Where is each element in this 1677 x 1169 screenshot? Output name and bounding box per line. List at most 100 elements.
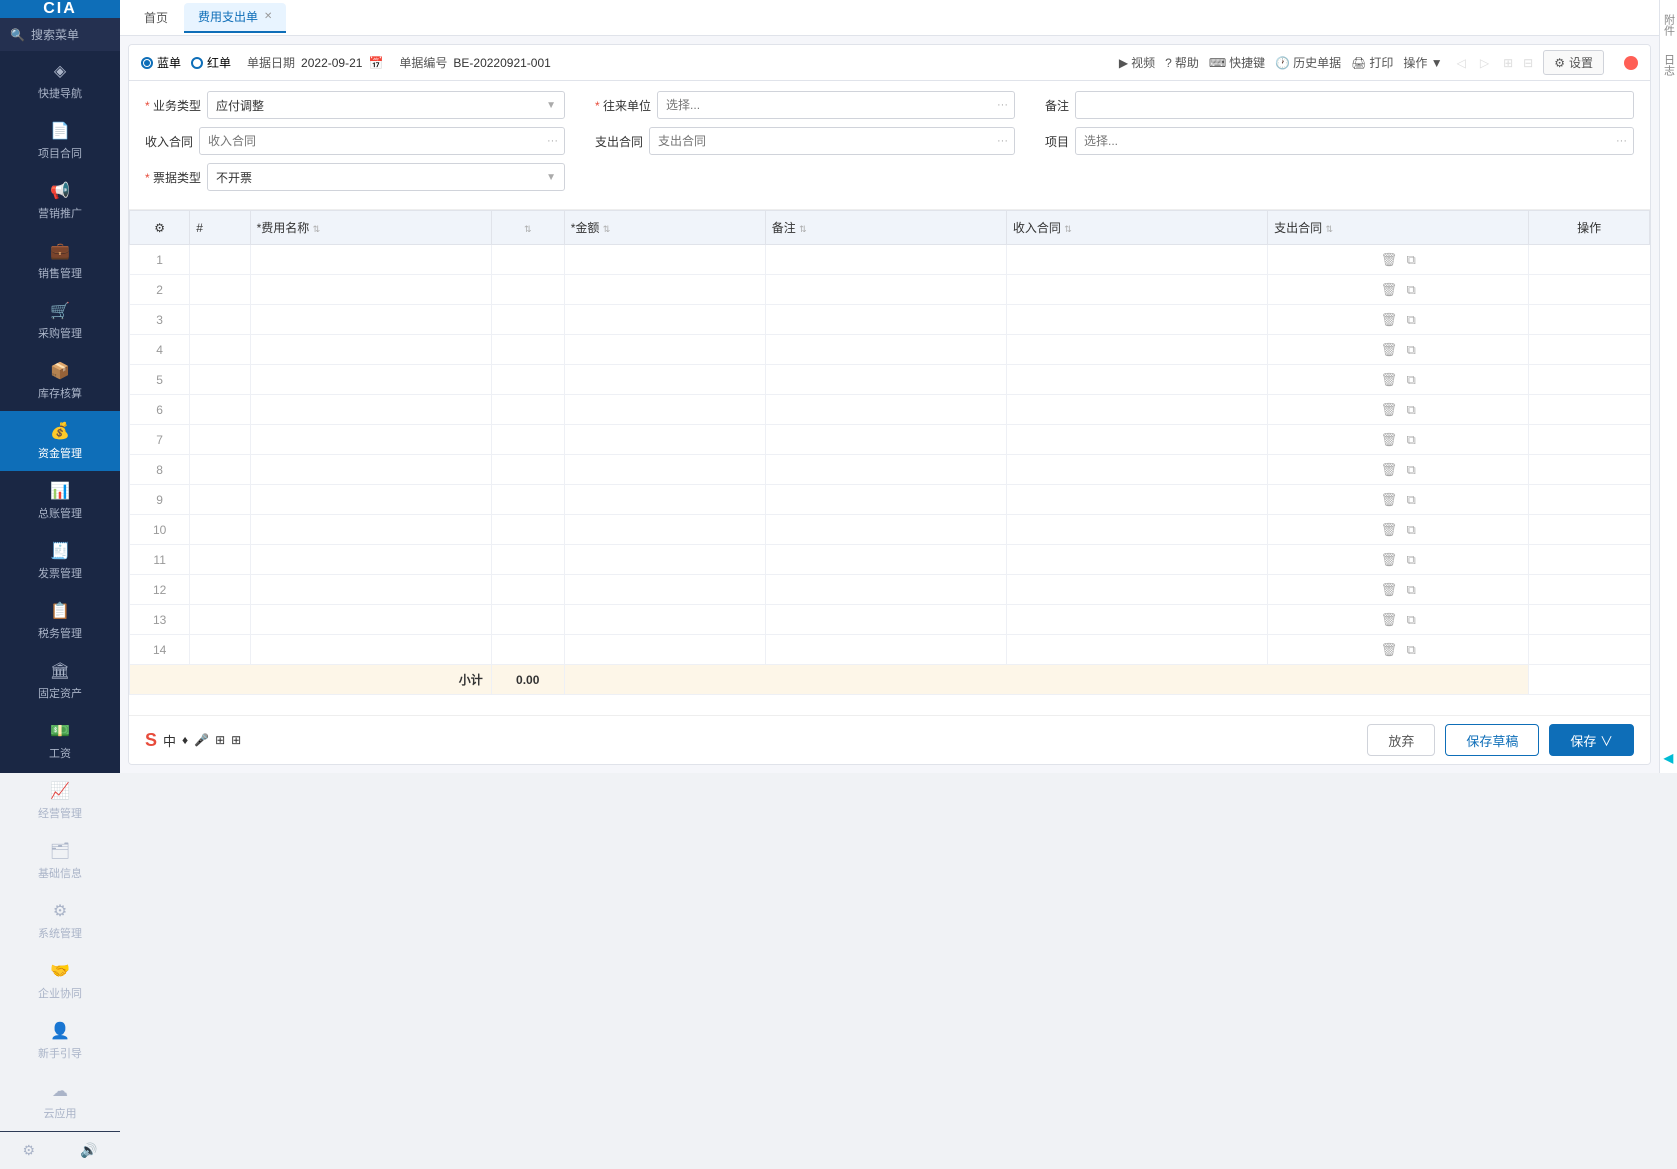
row-name-6[interactable] bbox=[190, 395, 250, 425]
sidebar-item-cloud[interactable]: ☁云应用 bbox=[0, 1071, 120, 1131]
project-more-btn[interactable]: ··· bbox=[1610, 135, 1633, 147]
row-copy-9[interactable]: ⧉ bbox=[1407, 492, 1416, 507]
income-contract-input[interactable]: ··· bbox=[199, 127, 565, 155]
radio-red[interactable]: 红单 bbox=[191, 54, 231, 71]
row-income-14[interactable] bbox=[765, 635, 1006, 665]
row-amount-14[interactable] bbox=[491, 635, 564, 665]
row-remark-13[interactable] bbox=[564, 605, 765, 635]
row-amount-8[interactable] bbox=[491, 455, 564, 485]
row-amount-9[interactable] bbox=[491, 485, 564, 515]
sort-expense-icon[interactable]: ⇅ bbox=[1325, 224, 1333, 234]
row-amount-12[interactable] bbox=[491, 575, 564, 605]
row-delete-9[interactable]: 🗑 bbox=[1381, 492, 1398, 507]
row-delete-4[interactable]: 🗑 bbox=[1381, 342, 1398, 357]
col-name[interactable]: *费用名称 ⇅ bbox=[250, 211, 491, 245]
business-type-select[interactable]: 应付调整 ▼ bbox=[207, 91, 565, 119]
expense-contract-input[interactable]: ··· bbox=[649, 127, 1015, 155]
tab-expense[interactable]: 费用支出单✕ bbox=[184, 3, 286, 33]
row-name-8[interactable] bbox=[190, 455, 250, 485]
row-remark-11[interactable] bbox=[564, 545, 765, 575]
project-input[interactable]: ··· bbox=[1075, 127, 1634, 155]
row-delete-7[interactable]: 🗑 bbox=[1381, 432, 1398, 447]
row-copy-12[interactable]: ⧉ bbox=[1407, 582, 1416, 597]
col-expense[interactable]: 支出合同 ⇅ bbox=[1268, 211, 1529, 245]
sidebar-item-contract[interactable]: 📄项目合同 bbox=[0, 111, 120, 171]
row-income-3[interactable] bbox=[765, 305, 1006, 335]
row-sort-7[interactable] bbox=[250, 425, 491, 455]
row-income-1[interactable] bbox=[765, 245, 1006, 275]
row-sort-8[interactable] bbox=[250, 455, 491, 485]
volume-icon[interactable]: 🔊 bbox=[80, 1142, 97, 1159]
row-remark-4[interactable] bbox=[564, 335, 765, 365]
sidebar-item-stock[interactable]: 📦库存核算 bbox=[0, 351, 120, 411]
row-sort-11[interactable] bbox=[250, 545, 491, 575]
row-expense-14[interactable] bbox=[1006, 635, 1267, 665]
row-income-4[interactable] bbox=[765, 335, 1006, 365]
row-amount-5[interactable] bbox=[491, 365, 564, 395]
row-name-4[interactable] bbox=[190, 335, 250, 365]
row-name-14[interactable] bbox=[190, 635, 250, 665]
row-income-2[interactable] bbox=[765, 275, 1006, 305]
row-sort-5[interactable] bbox=[250, 365, 491, 395]
row-income-13[interactable] bbox=[765, 605, 1006, 635]
window-close-btn[interactable] bbox=[1624, 56, 1638, 70]
row-sort-2[interactable] bbox=[250, 275, 491, 305]
row-copy-5[interactable]: ⧉ bbox=[1407, 372, 1416, 387]
sidebar-item-tax[interactable]: 📋税务管理 bbox=[0, 591, 120, 651]
date-value[interactable]: 2022-09-21 bbox=[301, 56, 362, 70]
sidebar-item-marketing[interactable]: 📢营销推广 bbox=[0, 171, 120, 231]
col-setting[interactable]: ⚙ bbox=[130, 211, 190, 245]
row-income-7[interactable] bbox=[765, 425, 1006, 455]
sort-income-icon[interactable]: ⇅ bbox=[1064, 224, 1072, 234]
row-name-11[interactable] bbox=[190, 545, 250, 575]
row-sort-12[interactable] bbox=[250, 575, 491, 605]
row-name-12[interactable] bbox=[190, 575, 250, 605]
sort-remark-icon[interactable]: ⇅ bbox=[799, 224, 807, 234]
save-button[interactable]: 保存 ∨ bbox=[1549, 724, 1634, 756]
row-copy-3[interactable]: ⧉ bbox=[1407, 312, 1416, 327]
row-income-5[interactable] bbox=[765, 365, 1006, 395]
partner-input[interactable]: ··· bbox=[657, 91, 1015, 119]
calendar-icon[interactable]: 📅 bbox=[368, 56, 383, 70]
print-btn[interactable]: 🖨 打印 bbox=[1351, 54, 1393, 71]
project-input-field[interactable] bbox=[1076, 134, 1610, 148]
row-income-6[interactable] bbox=[765, 395, 1006, 425]
row-delete-13[interactable]: 🗑 bbox=[1381, 612, 1398, 627]
row-remark-12[interactable] bbox=[564, 575, 765, 605]
sort-icon[interactable]: ⇅ bbox=[524, 224, 532, 234]
row-remark-9[interactable] bbox=[564, 485, 765, 515]
remark-input[interactable] bbox=[1075, 91, 1634, 119]
row-income-11[interactable] bbox=[765, 545, 1006, 575]
tab-home[interactable]: 首页 bbox=[130, 3, 182, 33]
row-expense-13[interactable] bbox=[1006, 605, 1267, 635]
row-amount-13[interactable] bbox=[491, 605, 564, 635]
row-expense-7[interactable] bbox=[1006, 425, 1267, 455]
row-expense-2[interactable] bbox=[1006, 275, 1267, 305]
row-amount-6[interactable] bbox=[491, 395, 564, 425]
income-contract-more-btn[interactable]: ··· bbox=[541, 135, 564, 147]
doc-no-value[interactable]: BE-20220921-001 bbox=[453, 56, 550, 70]
row-remark-14[interactable] bbox=[564, 635, 765, 665]
history-btn[interactable]: 🕐 历史单据 bbox=[1275, 54, 1341, 71]
sidebar-item-finance[interactable]: 💰资金管理 bbox=[0, 411, 120, 471]
row-income-9[interactable] bbox=[765, 485, 1006, 515]
row-delete-14[interactable]: 🗑 bbox=[1381, 642, 1398, 657]
row-sort-1[interactable] bbox=[250, 245, 491, 275]
row-copy-13[interactable]: ⧉ bbox=[1407, 612, 1416, 627]
row-expense-9[interactable] bbox=[1006, 485, 1267, 515]
row-expense-5[interactable] bbox=[1006, 365, 1267, 395]
row-income-8[interactable] bbox=[765, 455, 1006, 485]
income-contract-input-field[interactable] bbox=[200, 134, 541, 148]
row-expense-6[interactable] bbox=[1006, 395, 1267, 425]
help-btn[interactable]: ? 帮助 bbox=[1165, 54, 1199, 71]
row-sort-9[interactable] bbox=[250, 485, 491, 515]
discard-button[interactable]: 放弃 bbox=[1367, 724, 1435, 756]
right-expand-btn[interactable]: ◀ bbox=[1662, 751, 1676, 765]
expense-contract-input-field[interactable] bbox=[650, 134, 991, 148]
row-income-10[interactable] bbox=[765, 515, 1006, 545]
sidebar-search[interactable]: 🔍 搜索菜单 bbox=[0, 18, 120, 51]
row-remark-5[interactable] bbox=[564, 365, 765, 395]
row-sort-14[interactable] bbox=[250, 635, 491, 665]
row-remark-7[interactable] bbox=[564, 425, 765, 455]
row-delete-12[interactable]: 🗑 bbox=[1381, 582, 1398, 597]
